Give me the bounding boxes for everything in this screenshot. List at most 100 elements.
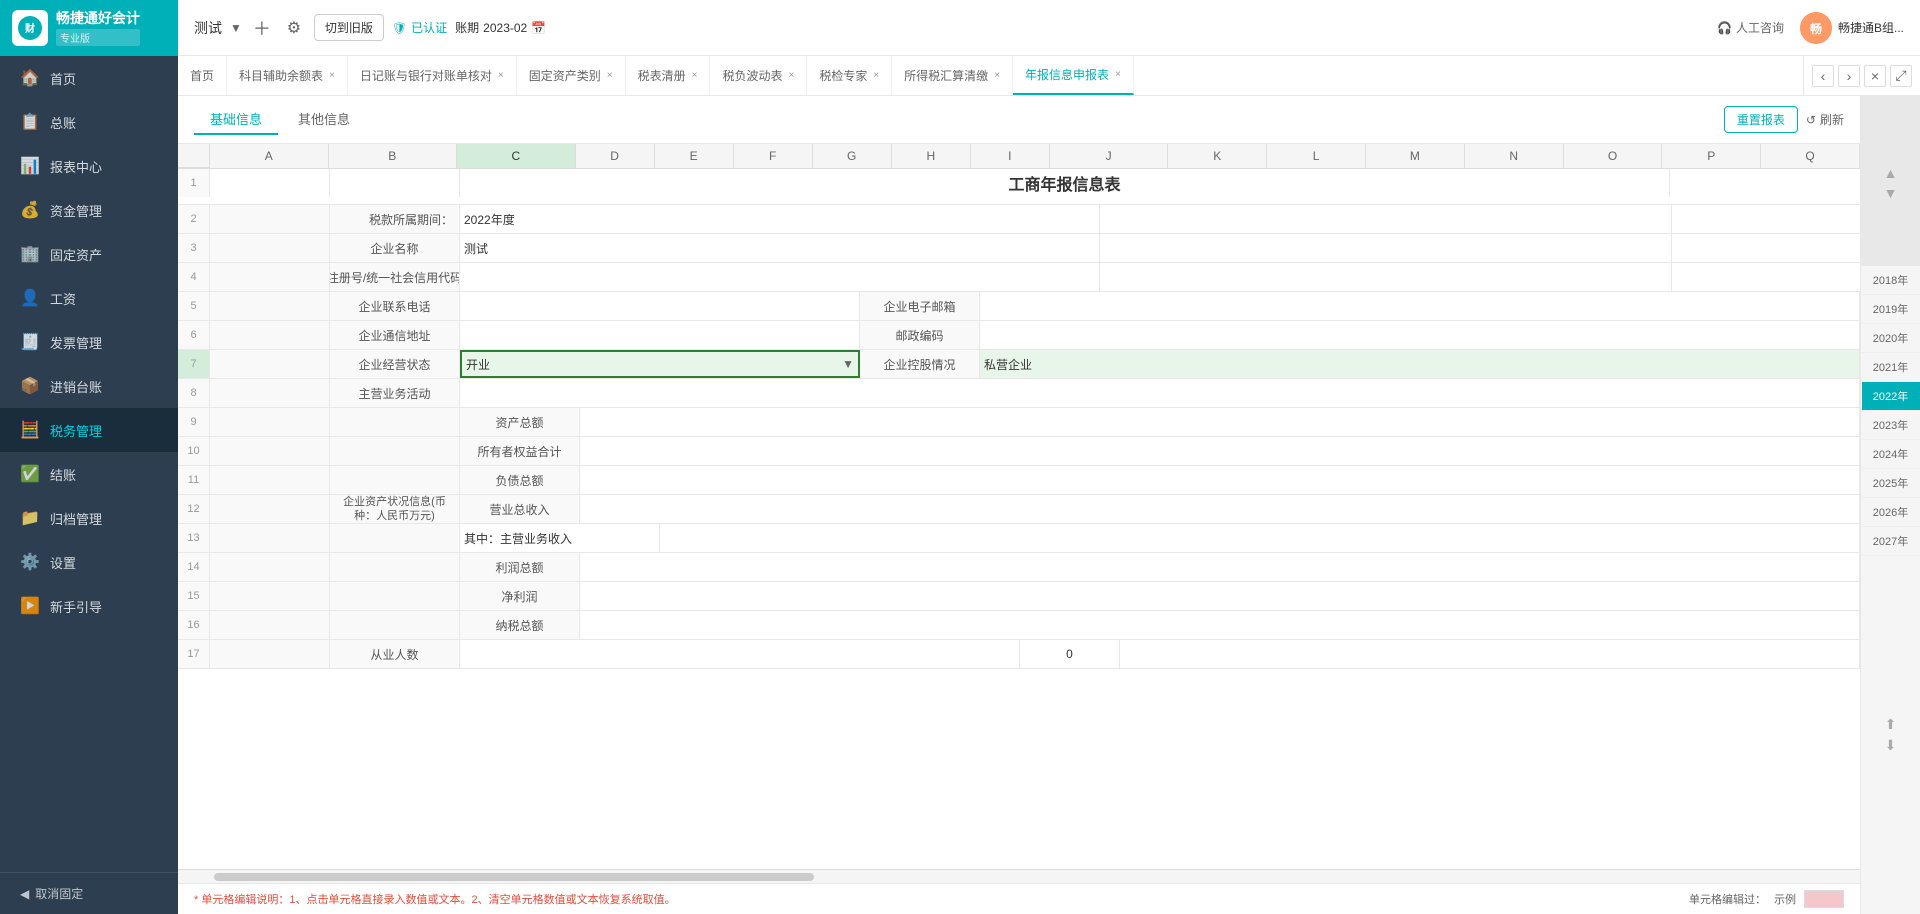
year-item-2022[interactable]: 2022年 — [1862, 382, 1920, 411]
cell-5-j: 企业电子邮箱 — [860, 292, 980, 320]
cell-11-a — [210, 466, 330, 494]
sidebar-item-payroll[interactable]: 👤 工资 — [0, 276, 178, 320]
tab-fixed-assets-close[interactable]: × — [607, 70, 613, 81]
settings-button[interactable]: ⚙ — [282, 16, 306, 40]
sheet-tab-other[interactable]: 其他信息 — [282, 104, 366, 135]
tab-annual-report-close[interactable]: × — [1115, 69, 1121, 80]
year-item-2023[interactable]: 2023年 — [1862, 411, 1920, 440]
tab-annual-report[interactable]: 年报信息申报表 × — [1013, 56, 1134, 95]
cell-8-c[interactable] — [460, 379, 1860, 407]
row-num-4: 4 — [178, 263, 210, 291]
sheet-tab-basic[interactable]: 基础信息 — [194, 104, 278, 135]
year-item-2025[interactable]: 2025年 — [1862, 469, 1920, 498]
tab-prev-button[interactable]: ‹ — [1812, 65, 1834, 87]
cell-5-k[interactable] — [980, 292, 1860, 320]
sidebar-item-inventory[interactable]: 📦 进销台账 — [0, 364, 178, 408]
tab-income-tax-close[interactable]: × — [994, 70, 1000, 81]
cell-6-c[interactable] — [460, 321, 860, 349]
sidebar-item-ledger[interactable]: 📋 总账 — [0, 100, 178, 144]
tab-home[interactable]: 首页 — [178, 56, 227, 95]
year-item-2020[interactable]: 2020年 — [1862, 324, 1920, 353]
cell-9-d[interactable] — [580, 408, 1860, 436]
year-item-2019[interactable]: 2019年 — [1862, 295, 1920, 324]
cell-17-j[interactable]: 0 — [1020, 640, 1120, 668]
refresh-button[interactable]: ↺ 刷新 — [1806, 111, 1844, 128]
year-panel-down[interactable]: ▼ — [1884, 185, 1898, 201]
h-scrollbar[interactable] — [178, 869, 1860, 883]
cell-10-d[interactable] — [580, 437, 1860, 465]
cell-7-c[interactable]: 开业 ▼ — [460, 350, 860, 378]
sidebar-item-tax[interactable]: 🧮 税务管理 — [0, 408, 178, 452]
year-panel-up[interactable]: ▲ — [1884, 165, 1898, 181]
topbar-dropdown[interactable]: ▼ — [230, 21, 242, 35]
example-cell — [1804, 890, 1844, 908]
tab-bank-reconcile-close[interactable]: × — [498, 70, 504, 81]
cell-17-c[interactable] — [460, 640, 1020, 668]
cell-4-c[interactable] — [460, 263, 1100, 291]
tab-subject-balance-close[interactable]: × — [329, 70, 335, 81]
sidebar-item-settings[interactable]: ⚙️ 设置 — [0, 540, 178, 584]
sidebar-item-close[interactable]: ✅ 结账 — [0, 452, 178, 496]
switch-version-button[interactable]: 切到旧版 — [314, 14, 384, 41]
scroll-up-icon[interactable]: ⬆ — [1885, 716, 1897, 733]
cell-16-d[interactable] — [580, 611, 1860, 639]
year-item-2027[interactable]: 2027年 — [1862, 527, 1920, 556]
year-item-2021[interactable]: 2021年 — [1862, 353, 1920, 382]
pin-icon: ◀ — [20, 887, 29, 901]
year-item-2026[interactable]: 2026年 — [1862, 498, 1920, 527]
tab-tax-check[interactable]: 税检专家 × — [807, 56, 892, 95]
year-item-2018[interactable]: 2018年 — [1862, 266, 1920, 295]
avatar: 畅 — [1800, 12, 1832, 44]
tab-bank-reconcile[interactable]: 日记账与银行对账单核对 × — [348, 56, 517, 95]
cell-1-b[interactable] — [330, 169, 460, 197]
tab-income-tax[interactable]: 所得税汇算清缴 × — [892, 56, 1013, 95]
dropdown-arrow-icon[interactable]: ▼ — [842, 357, 854, 371]
sidebar-label-close: 结账 — [50, 465, 76, 484]
row-num-10: 10 — [178, 437, 210, 465]
spreadsheet-wrapper[interactable]: A B C D E F G H I J K L M — [178, 144, 1860, 869]
year-item-2024[interactable]: 2024年 — [1862, 440, 1920, 469]
col-header-l: L — [1267, 144, 1366, 168]
sidebar-item-guide[interactable]: ▶️ 新手引导 — [0, 584, 178, 628]
table-row: 8 主营业务活动 — [178, 379, 1860, 408]
tax-icon: 🧮 — [20, 420, 40, 440]
tab-income-tax-label: 所得税汇算清缴 — [904, 67, 988, 84]
sidebar-item-assets[interactable]: 🏢 固定资产 — [0, 232, 178, 276]
tab-tax-burden-close[interactable]: × — [788, 70, 794, 81]
tab-subject-balance[interactable]: 科目辅助余额表 × — [227, 56, 348, 95]
sidebar-item-archive[interactable]: 📁 归档管理 — [0, 496, 178, 540]
cell-12-d[interactable] — [580, 495, 1860, 523]
cell-7-k[interactable]: 私营企业 — [980, 350, 1860, 378]
refresh-label: 刷新 — [1820, 111, 1844, 128]
bottom-bar: * 单元格编辑说明：1、点击单元格直接录入数值或文本。2、清空单元格数值或文本恢… — [178, 883, 1860, 914]
cell-13-d[interactable] — [660, 524, 1860, 552]
cell-1-a[interactable] — [210, 169, 330, 197]
tab-next-button[interactable]: › — [1838, 65, 1860, 87]
consult-button[interactable]: 🎧 人工咨询 — [1717, 19, 1784, 36]
cell-5-c[interactable] — [460, 292, 860, 320]
cell-3-c[interactable]: 测试 — [460, 234, 1100, 262]
cell-11-d[interactable] — [580, 466, 1860, 494]
sidebar-item-funds[interactable]: 💰 资金管理 — [0, 188, 178, 232]
cell-14-d[interactable] — [580, 553, 1860, 581]
cell-2-c[interactable]: 2022年度 — [460, 205, 1100, 233]
cell-6-k[interactable] — [980, 321, 1860, 349]
tab-tax-burden[interactable]: 税负波动表 × — [710, 56, 807, 95]
sidebar-item-home[interactable]: 🏠 首页 — [0, 56, 178, 100]
cancel-fixed-btn[interactable]: ◀ 取消固定 — [0, 877, 178, 914]
add-tab-button[interactable]: ＋ — [250, 16, 274, 40]
cell-15-d[interactable] — [580, 582, 1860, 610]
tab-tax-check-close[interactable]: × — [873, 70, 879, 81]
tab-fixed-assets[interactable]: 固定资产类别 × — [517, 56, 626, 95]
user-menu[interactable]: 畅 畅捷通B组... — [1800, 12, 1904, 44]
tab-tax-table[interactable]: 税表清册 × — [626, 56, 711, 95]
tab-expand-button[interactable]: ⤢ — [1890, 65, 1912, 87]
scroll-down-icon[interactable]: ⬇ — [1885, 737, 1897, 754]
reset-report-button[interactable]: 重置报表 — [1724, 106, 1798, 133]
archive-icon: 📁 — [20, 508, 40, 528]
calendar-icon[interactable]: 📅 — [531, 21, 546, 35]
sidebar-item-reports[interactable]: 📊 报表中心 — [0, 144, 178, 188]
tab-tax-table-close[interactable]: × — [692, 70, 698, 81]
sidebar-item-invoice[interactable]: 🧾 发票管理 — [0, 320, 178, 364]
tab-close-all-button[interactable]: × — [1864, 65, 1886, 87]
